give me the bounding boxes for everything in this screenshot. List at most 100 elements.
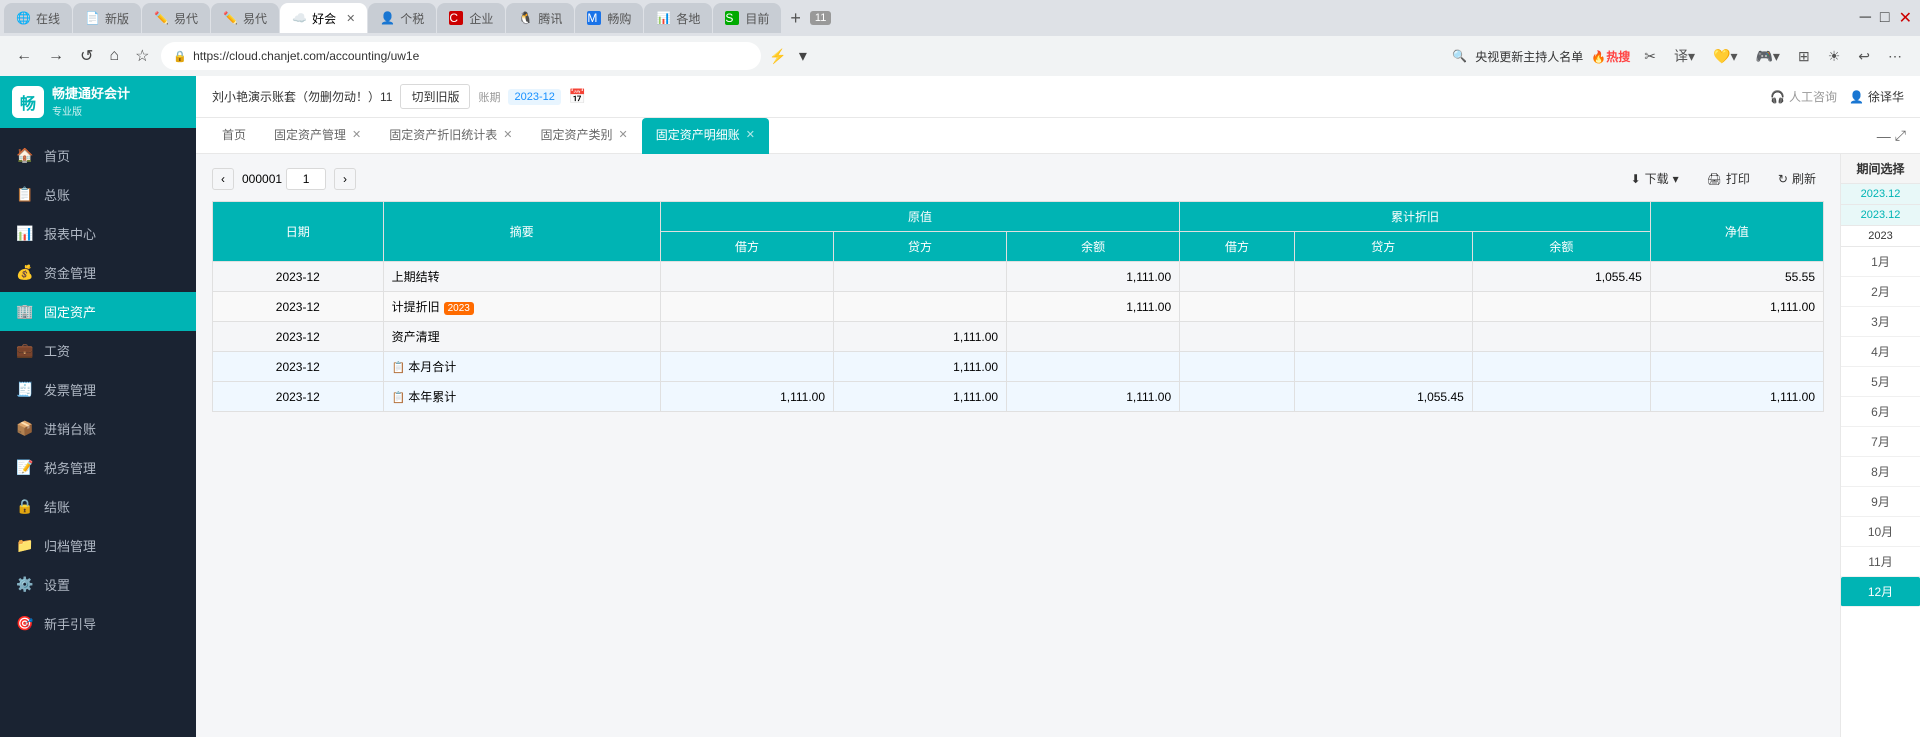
browser-toolbar-icons: ✂ 译▾ 💛▾ 🎮▾ ⊞ ☀ ↩ ⋯: [1638, 44, 1908, 68]
expand-panel-button[interactable]: ⤢: [1893, 125, 1908, 146]
tab-close-fixed-asset-mgmt[interactable]: ✕: [352, 128, 361, 141]
period-month-6[interactable]: 6月: [1841, 397, 1920, 427]
sidebar-item-settings[interactable]: ⚙️ 设置: [0, 565, 196, 604]
translate-btn[interactable]: 译▾: [1668, 44, 1701, 68]
sidebar-label-general-ledger: 总账: [44, 185, 70, 204]
archive-icon: 📁: [16, 537, 34, 555]
browser-tab-10[interactable]: 📊 各地: [644, 3, 712, 33]
browser-tab-9[interactable]: M 畅购: [575, 3, 643, 33]
user-profile-button[interactable]: 👤 徐译华: [1849, 88, 1904, 105]
tab-close-asset-ledger[interactable]: ✕: [746, 128, 755, 141]
print-icon: 🖨: [1707, 172, 1722, 186]
period-value: 2023-12: [508, 89, 560, 105]
more-btn[interactable]: ⋯: [1882, 46, 1908, 67]
period-month-7[interactable]: 7月: [1841, 427, 1920, 457]
extension-icon-1[interactable]: ⚡: [769, 48, 786, 65]
history-btn[interactable]: ↩: [1852, 46, 1876, 67]
period-month-5[interactable]: 5月: [1841, 367, 1920, 397]
sidebar-item-reports[interactable]: 📊 报表中心: [0, 214, 196, 253]
sidebar-item-payroll[interactable]: 💼 工资: [0, 331, 196, 370]
table-cell-dep-credit-4: 1,055.45: [1294, 382, 1472, 412]
browser-tab-1[interactable]: 🌐 在线: [4, 3, 72, 33]
refresh-button[interactable]: ↻ 刷新: [1770, 166, 1824, 191]
browser-tab-2[interactable]: 📄 新版: [73, 3, 141, 33]
support-button[interactable]: 🎧 人工咨询: [1770, 88, 1837, 105]
sidebar-item-fixed-assets[interactable]: 🏢 固定资产: [0, 292, 196, 331]
sidebar-item-invoice-mgmt[interactable]: 🧾 发票管理: [0, 370, 196, 409]
period-month-8[interactable]: 8月: [1841, 457, 1920, 487]
browser-tab-8[interactable]: 🐧 腾讯: [506, 3, 574, 33]
sidebar-item-home[interactable]: 🏠 首页: [0, 136, 196, 175]
browser-tab-11[interactable]: S 目前: [713, 3, 781, 33]
tab-asset-ledger[interactable]: 固定资产明细账 ✕: [642, 118, 769, 154]
home-button[interactable]: ⌂: [105, 43, 123, 69]
hot-search-label[interactable]: 🔥热搜: [1591, 48, 1630, 65]
browser-tab-5[interactable]: ☁️ 好会 ✕: [280, 3, 367, 33]
sidebar-item-purchase-sales[interactable]: 📦 进销台账: [0, 409, 196, 448]
address-input-box[interactable]: 🔒 https://cloud.chanjet.com/accounting/u…: [161, 42, 761, 70]
table-cell-orig-debit-4: 1,111.00: [660, 382, 833, 412]
browser-tab-3[interactable]: ✏️ 易代: [142, 3, 210, 33]
wallet-btn[interactable]: 💛▾: [1707, 46, 1743, 67]
scissors-btn[interactable]: ✂: [1638, 46, 1662, 67]
sidebar-item-fund-mgmt[interactable]: 💰 资金管理: [0, 253, 196, 292]
new-tab-button[interactable]: +: [782, 8, 809, 29]
tab-fixed-asset-mgmt[interactable]: 固定资产管理 ✕: [260, 118, 375, 154]
grid-btn[interactable]: ⊞: [1792, 46, 1816, 67]
tab-asset-category[interactable]: 固定资产类别 ✕: [526, 118, 641, 154]
table-cell-summary-3: 📋本月合计: [383, 352, 660, 382]
table-cell-net-value-1: 1,111.00: [1650, 292, 1823, 322]
sidebar-title-block: 畅捷通好会计 专业版: [52, 86, 130, 118]
tab-favicon-2: 📄: [85, 11, 99, 25]
forward-button[interactable]: →: [44, 43, 68, 69]
sidebar-item-guide[interactable]: 🎯 新手引导: [0, 604, 196, 643]
browser-tab-6[interactable]: 👤 个税: [368, 3, 436, 33]
period-month-1[interactable]: 1月: [1841, 247, 1920, 277]
print-button[interactable]: 🖨 打印: [1699, 166, 1758, 191]
switch-version-button[interactable]: 切到旧版: [400, 84, 470, 109]
sidebar-label-archive: 归档管理: [44, 536, 96, 555]
sidebar-item-archive[interactable]: 📁 归档管理: [0, 526, 196, 565]
period-month-4[interactable]: 4月: [1841, 337, 1920, 367]
sidebar-label-closing: 结账: [44, 497, 70, 516]
reload-button[interactable]: ↺: [76, 42, 97, 70]
sidebar-header: 畅 畅捷通好会计 专业版: [0, 76, 196, 128]
table-cell-orig-credit-4: 1,111.00: [834, 382, 1007, 412]
prev-page-button[interactable]: ‹: [212, 168, 234, 190]
tab-favicon-1: 🌐: [16, 11, 30, 25]
period-month-9[interactable]: 9月: [1841, 487, 1920, 517]
tab-favicon-8: 🐧: [518, 11, 532, 25]
tab-close-5[interactable]: ✕: [346, 12, 355, 25]
page-number-label: 000001: [242, 172, 282, 186]
tab-close-asset-category[interactable]: ✕: [619, 128, 628, 141]
tab-home[interactable]: 首页: [208, 118, 260, 154]
sidebar-item-tax-mgmt[interactable]: 📝 税务管理: [0, 448, 196, 487]
brightness-btn[interactable]: ☀: [1822, 46, 1847, 67]
print-label: 打印: [1726, 170, 1750, 187]
page-current-input[interactable]: [286, 168, 326, 190]
period-month-11[interactable]: 11月: [1841, 547, 1920, 577]
tab-favicon-10: 📊: [656, 11, 670, 25]
period-month-3[interactable]: 3月: [1841, 307, 1920, 337]
maximize-button[interactable]: □: [1876, 5, 1894, 31]
game-btn[interactable]: 🎮▾: [1750, 46, 1786, 67]
refresh-label: 刷新: [1792, 170, 1816, 187]
minimize-panel-button[interactable]: —: [1875, 126, 1893, 146]
sidebar-item-general-ledger[interactable]: 📋 总账: [0, 175, 196, 214]
sidebar-item-closing[interactable]: 🔒 结账: [0, 487, 196, 526]
next-page-button[interactable]: ›: [334, 168, 356, 190]
period-month-12[interactable]: 12月: [1841, 577, 1920, 607]
bookmark-button[interactable]: ☆: [131, 42, 153, 70]
tab-close-depreciation-stats[interactable]: ✕: [503, 128, 512, 141]
period-month-10[interactable]: 10月: [1841, 517, 1920, 547]
close-browser-button[interactable]: ✕: [1895, 4, 1916, 32]
period-month-2[interactable]: 2月: [1841, 277, 1920, 307]
tab-depreciation-stats[interactable]: 固定资产折旧统计表 ✕: [375, 118, 526, 154]
download-button[interactable]: ⬇ 下载 ▾: [1623, 166, 1687, 191]
back-button[interactable]: ←: [12, 43, 36, 69]
browser-tab-7[interactable]: C 企业: [437, 3, 505, 33]
dropdown-button[interactable]: ▾: [795, 42, 811, 70]
browser-tab-4[interactable]: ✏️ 易代: [211, 3, 279, 33]
tab-count-badge[interactable]: 11: [810, 11, 831, 25]
minimize-button[interactable]: ─: [1856, 5, 1875, 31]
